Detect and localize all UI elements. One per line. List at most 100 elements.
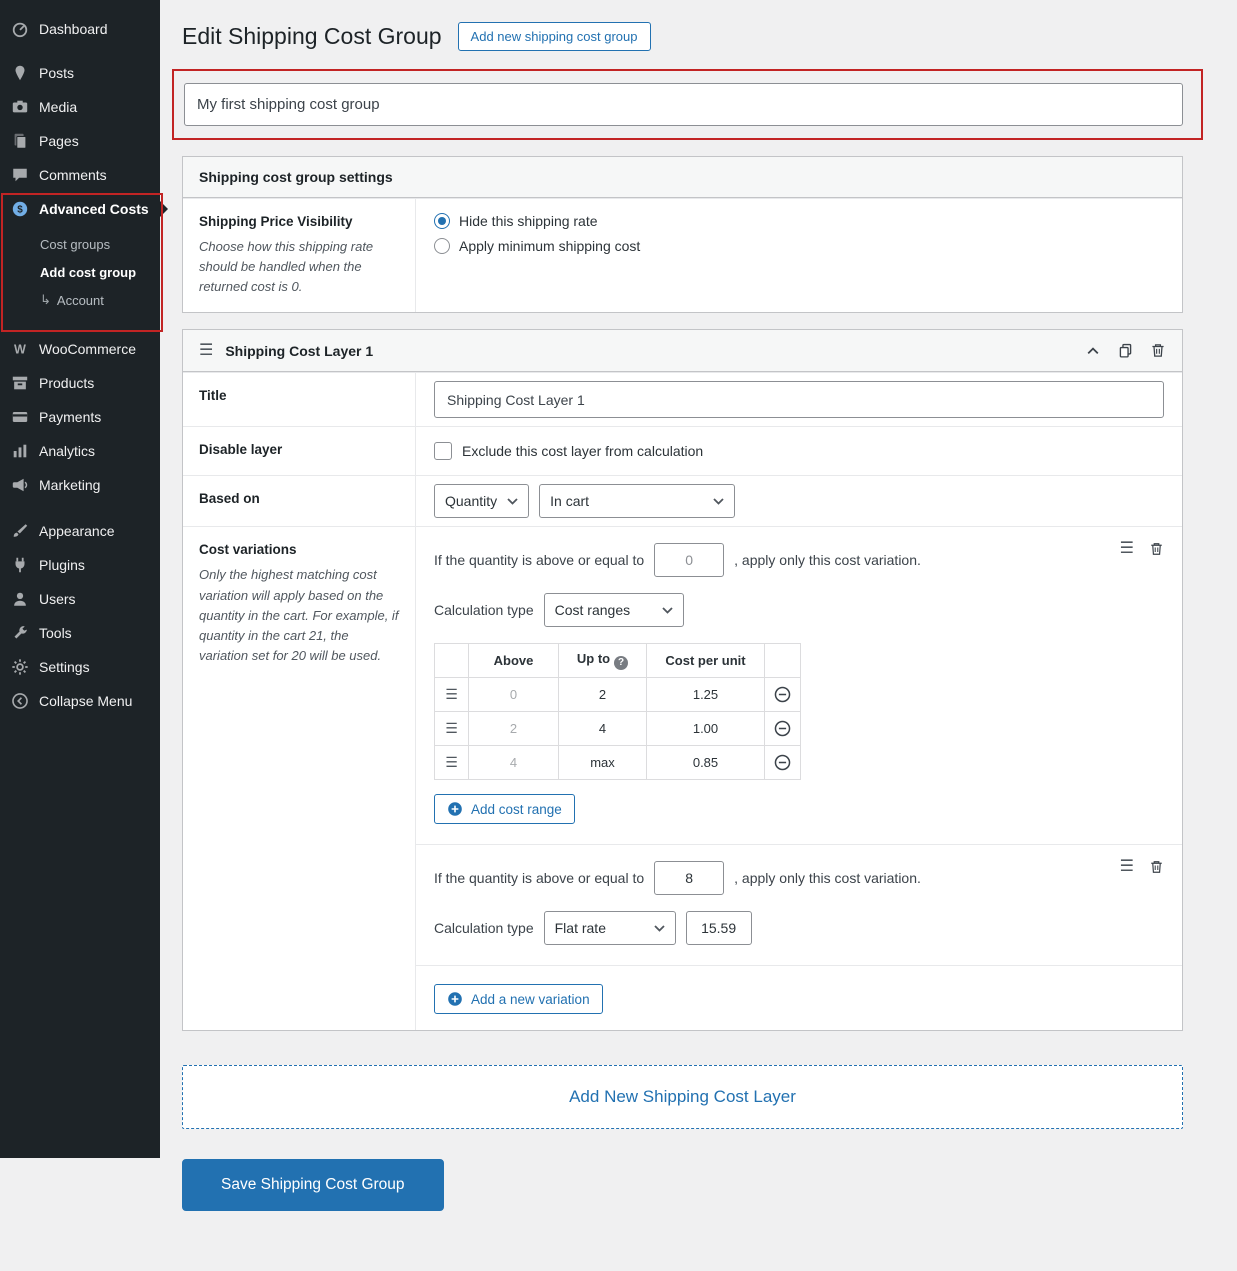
cost-value[interactable]: 1.00 <box>646 711 765 747</box>
delete-variation-button[interactable] <box>1149 541 1164 557</box>
layer-panel-title: Shipping Cost Layer 1 <box>225 342 374 359</box>
visibility-label: Shipping Price Visibility <box>199 214 353 229</box>
cost-value[interactable]: 1.25 <box>646 677 765 713</box>
sidebar-item-plugins[interactable]: Plugins <box>0 548 160 582</box>
sidebar-item-tools[interactable]: Tools <box>0 616 160 650</box>
remove-range-button[interactable] <box>773 753 792 772</box>
sidebar-item-posts[interactable]: Posts <box>0 56 160 90</box>
add-cost-range-label: Add cost range <box>471 801 562 817</box>
upto-value[interactable]: 4 <box>558 711 647 747</box>
chevron-down-icon <box>713 498 724 505</box>
help-icon[interactable]: ? <box>614 656 629 671</box>
sidebar-item-media[interactable]: Media <box>0 90 160 124</box>
submenu-item-label: Add cost group <box>40 264 137 280</box>
admin-sidebar: Dashboard Posts Media Pages Comments $ A… <box>0 0 168 1158</box>
flat-rate-input[interactable] <box>685 911 752 946</box>
sidebar-item-label: Collapse Menu <box>39 693 133 709</box>
page-title: Edit Shipping Cost Group <box>182 23 442 49</box>
add-new-shipping-cost-group-button[interactable]: Add new shipping cost group <box>457 22 651 51</box>
cost-value[interactable]: 0.85 <box>646 745 765 781</box>
quantity-threshold-input[interactable] <box>654 543 725 578</box>
group-name-input[interactable] <box>184 83 1183 126</box>
calculation-type-value: Flat rate <box>554 920 606 937</box>
cost-range-row: 0 2 1.25 <box>434 677 801 713</box>
sidebar-item-appearance[interactable]: Appearance <box>0 514 160 548</box>
sidebar-item-collapse-menu[interactable]: Collapse Menu <box>0 684 160 718</box>
sidebar-item-users[interactable]: Users <box>0 582 160 616</box>
chevron-down-icon <box>507 498 518 505</box>
sidebar-item-advanced-costs[interactable]: $ Advanced Costs <box>0 192 168 226</box>
sidebar-item-label: Pages <box>39 133 79 149</box>
drag-handle-icon[interactable] <box>445 686 458 702</box>
sidebar-item-label: Tools <box>39 625 72 641</box>
cost-variations-content: If the quantity is above or equal to , a… <box>416 527 1182 1030</box>
submenu-item-cost-groups[interactable]: Cost groups <box>0 230 160 258</box>
add-new-shipping-cost-layer-button[interactable]: Add New Shipping Cost Layer <box>182 1065 1183 1130</box>
sidebar-item-products[interactable]: Products <box>0 366 160 400</box>
drag-handle-icon[interactable] <box>1120 859 1134 875</box>
cost-range-row: 2 4 1.00 <box>434 711 801 747</box>
drag-handle-icon[interactable] <box>1120 541 1134 557</box>
sidebar-item-analytics[interactable]: Analytics <box>0 434 160 468</box>
duplicate-layer-button[interactable] <box>1117 342 1134 359</box>
upto-value[interactable]: 2 <box>558 677 647 713</box>
sidebar-item-label: WooCommerce <box>39 341 136 357</box>
sidebar-item-payments[interactable]: Payments <box>0 400 160 434</box>
based-on-label: Based on <box>199 491 260 507</box>
radio-label[interactable]: Hide this shipping rate <box>459 213 598 229</box>
speech-bubble-icon <box>10 166 30 184</box>
upto-header: Up to? <box>558 643 647 679</box>
sidebar-item-comments[interactable]: Comments <box>0 158 160 192</box>
add-cost-range-button[interactable]: Add cost range <box>434 794 575 825</box>
drag-handle-icon[interactable] <box>199 343 213 359</box>
plus-circle-icon <box>448 992 462 1007</box>
sidebar-item-woocommerce[interactable]: W WooCommerce <box>0 332 160 366</box>
sidebar-item-label: Posts <box>39 65 75 81</box>
cart-scope-select-value: In cart <box>550 493 590 510</box>
add-new-variation-button[interactable]: Add a new variation <box>434 984 603 1015</box>
calculation-type-select[interactable]: Cost ranges <box>543 593 684 628</box>
radio-option-minimum-cost[interactable]: Apply minimum shipping cost <box>434 238 1164 254</box>
radio-icon[interactable] <box>434 213 450 229</box>
layer-title-input[interactable] <box>434 381 1164 419</box>
condition-suffix: , apply only this cost variation. <box>734 552 921 569</box>
annotation-box-group-name <box>172 69 1203 140</box>
calculation-type-select[interactable]: Flat rate <box>543 911 676 946</box>
visibility-label-cell: Shipping Price Visibility Choose how thi… <box>183 199 416 313</box>
save-shipping-cost-group-button[interactable]: Save Shipping Cost Group <box>182 1159 444 1212</box>
submenu-item-account[interactable]: ↳ Account <box>0 286 160 314</box>
main-content: Edit Shipping Cost Group Add new shippin… <box>160 0 1237 1271</box>
drag-handle-icon[interactable] <box>445 754 458 770</box>
sidebar-item-settings[interactable]: Settings <box>0 650 160 684</box>
delete-layer-button[interactable] <box>1150 342 1166 359</box>
cost-variations-row: Cost variations Only the highest matchin… <box>183 526 1182 1031</box>
sidebar-item-label: Dashboard <box>39 21 108 37</box>
drag-handle-icon[interactable] <box>445 720 458 736</box>
calculation-type-label: Calculation type <box>434 920 534 937</box>
exclude-layer-checkbox[interactable] <box>434 442 452 461</box>
quantity-threshold-input[interactable] <box>654 861 725 896</box>
handle-header-cell <box>434 643 469 679</box>
radio-icon[interactable] <box>434 238 450 254</box>
disable-layer-label-cell: Disable layer <box>183 427 416 476</box>
radio-option-hide-rate[interactable]: Hide this shipping rate <box>434 213 1164 229</box>
collapse-arrow-icon <box>10 692 30 710</box>
radio-label[interactable]: Apply minimum shipping cost <box>459 238 640 254</box>
sidebar-item-dashboard[interactable]: Dashboard <box>0 12 160 46</box>
remove-range-button[interactable] <box>773 685 792 704</box>
paintbrush-icon <box>10 522 30 540</box>
delete-variation-button[interactable] <box>1149 859 1164 875</box>
remove-range-button[interactable] <box>773 719 792 738</box>
sidebar-item-marketing[interactable]: Marketing <box>0 468 160 502</box>
submenu-item-add-cost-group[interactable]: Add cost group <box>0 258 160 286</box>
exclude-layer-checkbox-label[interactable]: Exclude this cost layer from calculation <box>462 443 703 459</box>
based-on-select[interactable]: Quantity <box>434 484 530 519</box>
upto-value[interactable]: max <box>558 745 647 781</box>
sidebar-item-pages[interactable]: Pages <box>0 124 160 158</box>
cart-scope-select[interactable]: In cart <box>539 484 736 519</box>
variation-1-condition: If the quantity is above or equal to , a… <box>434 543 1164 578</box>
sidebar-item-label: Products <box>39 375 95 391</box>
collapse-layer-button[interactable] <box>1085 343 1101 359</box>
disable-layer-row: Disable layer Exclude this cost layer fr… <box>183 426 1182 476</box>
settings-panel-title: Shipping cost group settings <box>199 169 393 185</box>
